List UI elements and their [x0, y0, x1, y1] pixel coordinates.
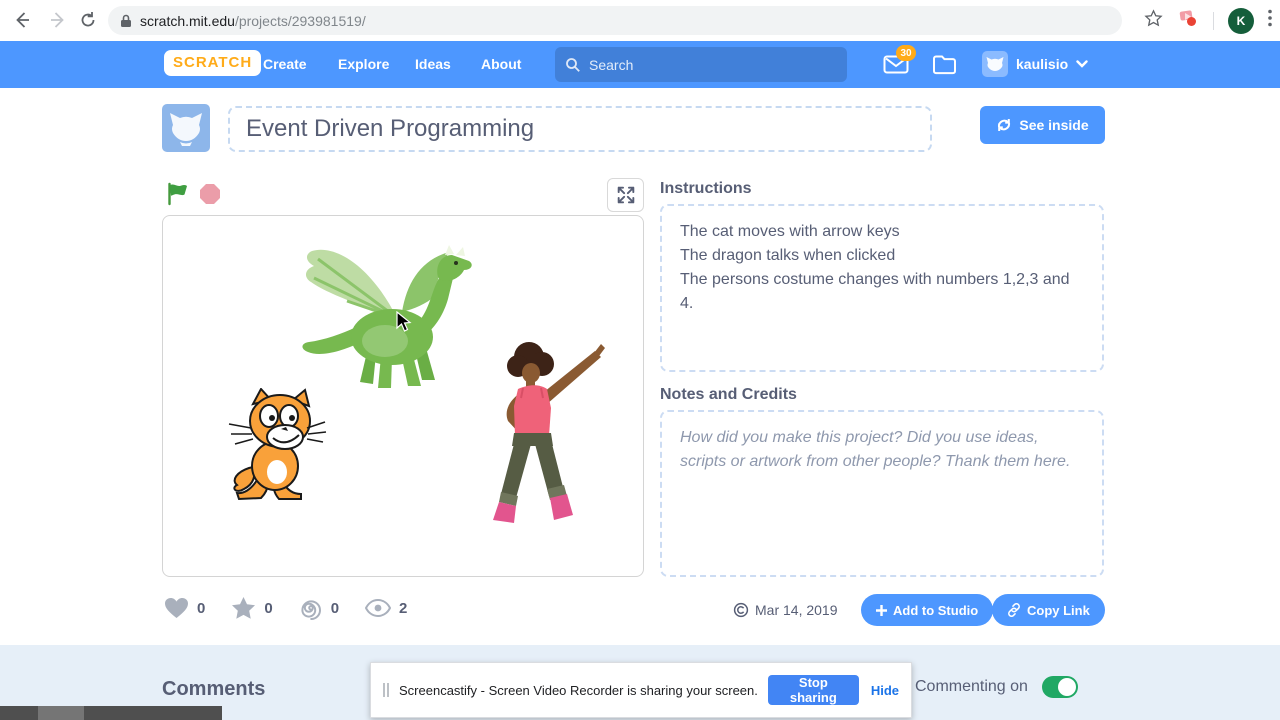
address-bar[interactable]: scratch.mit.edu/projects/293981519/: [108, 6, 1122, 35]
project-stats: 0 0 0 2: [164, 596, 407, 620]
instructions-heading: Instructions: [660, 180, 752, 197]
instructions-line: The persons costume changes with numbers…: [680, 271, 1070, 312]
forward-icon[interactable]: [46, 8, 70, 32]
drag-handle-icon[interactable]: [383, 683, 389, 697]
project-stage[interactable]: [162, 215, 644, 577]
bookmark-star-icon[interactable]: [1144, 8, 1163, 33]
url-host: scratch.mit.edu: [140, 12, 235, 29]
green-flag-icon[interactable]: [166, 182, 190, 211]
dragon-sprite[interactable]: [297, 242, 475, 392]
chevron-down-icon: [1076, 60, 1088, 68]
mystuff-folder-icon[interactable]: [932, 53, 958, 77]
browser-menu-icon[interactable]: [1268, 9, 1272, 32]
notes-placeholder: How did you make this project? Did you u…: [680, 429, 1071, 470]
lock-icon: [120, 14, 132, 28]
add-to-studio-label: Add to Studio: [893, 602, 979, 618]
nav-link-create[interactable]: Create: [263, 56, 307, 72]
notes-heading: Notes and Credits: [660, 386, 797, 403]
views-stat[interactable]: 2: [365, 598, 407, 618]
username-label: kaulisio: [1016, 56, 1069, 72]
star-icon: [232, 597, 256, 619]
scratch-logo-text: SCRATCH: [173, 54, 253, 71]
commenting-label: Commenting on: [915, 678, 1028, 695]
browser-profile-avatar[interactable]: K: [1228, 7, 1254, 34]
copyright-icon: [733, 602, 749, 618]
plus-icon: [876, 604, 887, 616]
remix-count: 0: [330, 599, 340, 617]
stage-controls: [166, 178, 644, 214]
instructions-line: The cat moves with arrow keys: [680, 223, 900, 240]
heart-icon: [165, 598, 188, 618]
see-inside-icon: [998, 119, 1011, 131]
nav-link-explore[interactable]: Explore: [338, 56, 389, 72]
love-count: 0: [197, 599, 206, 617]
url-path: /projects/293981519/: [234, 12, 366, 29]
search-input[interactable]: [589, 56, 819, 73]
see-inside-button[interactable]: See inside: [980, 106, 1105, 144]
fullscreen-button[interactable]: [607, 178, 644, 212]
dancer-sprite[interactable]: [489, 340, 609, 536]
instructions-line: The dragon talks when clicked: [680, 247, 896, 264]
search-box[interactable]: [555, 47, 847, 82]
project-date-label: Mar 14, 2019: [755, 602, 838, 618]
scratch-logo[interactable]: SCRATCH: [164, 50, 262, 76]
search-icon: [565, 57, 581, 73]
screencastify-extension-icon[interactable]: [1177, 7, 1199, 34]
remix-stat[interactable]: 0: [299, 596, 339, 620]
copy-link-button[interactable]: Copy Link: [992, 594, 1105, 626]
scratch-project-page: scratch.mit.edu/projects/293981519/ K SC…: [0, 0, 1280, 720]
nav-link-about[interactable]: About: [481, 56, 521, 72]
stop-sign-icon[interactable]: [198, 182, 222, 211]
share-banner-message: Screencastify - Screen Video Recorder is…: [399, 682, 758, 698]
stop-sharing-button[interactable]: Stop sharing: [767, 675, 859, 705]
love-stat[interactable]: 0: [164, 597, 205, 619]
toggle-knob: [1058, 678, 1076, 696]
eye-icon: [365, 598, 392, 618]
screen-share-banner: Screencastify - Screen Video Recorder is…: [370, 662, 912, 718]
cat-sprite[interactable]: [227, 388, 327, 502]
status-bar: [0, 706, 222, 720]
project-owner-avatar[interactable]: [162, 104, 210, 152]
remix-spiral-icon: [301, 600, 321, 620]
mouse-cursor: [396, 311, 412, 332]
nav-link-ideas[interactable]: Ideas: [415, 56, 451, 72]
comments-heading: Comments: [162, 678, 266, 700]
notes-box[interactable]: How did you make this project? Did you u…: [660, 410, 1104, 577]
toolbar-divider: [1213, 11, 1214, 30]
user-avatar: [982, 51, 1008, 77]
see-inside-label: See inside: [1019, 117, 1089, 133]
commenting-toggle[interactable]: [1042, 676, 1078, 698]
views-count: 2: [399, 599, 408, 617]
browser-toolbar: scratch.mit.edu/projects/293981519/ K: [0, 0, 1280, 41]
messages-count-badge: 30: [896, 45, 916, 61]
favorite-stat[interactable]: 0: [231, 596, 273, 620]
project-title-field[interactable]: [228, 106, 932, 152]
hide-banner-link[interactable]: Hide: [871, 683, 899, 698]
add-to-studio-button[interactable]: Add to Studio: [861, 594, 994, 626]
scratch-navbar: SCRATCH Create Explore Ideas About 30 ka…: [0, 41, 1280, 88]
reload-icon[interactable]: [76, 8, 100, 32]
copy-link-label: Copy Link: [1027, 602, 1090, 618]
instructions-box[interactable]: The cat moves with arrow keys The dragon…: [660, 204, 1104, 372]
project-title-input[interactable]: [230, 108, 930, 150]
fullscreen-icon: [617, 186, 634, 204]
back-icon[interactable]: [10, 8, 34, 32]
link-icon: [1008, 603, 1020, 617]
favorite-count: 0: [264, 599, 273, 617]
account-menu[interactable]: kaulisio: [982, 51, 1088, 77]
project-date: Mar 14, 2019: [733, 602, 838, 618]
